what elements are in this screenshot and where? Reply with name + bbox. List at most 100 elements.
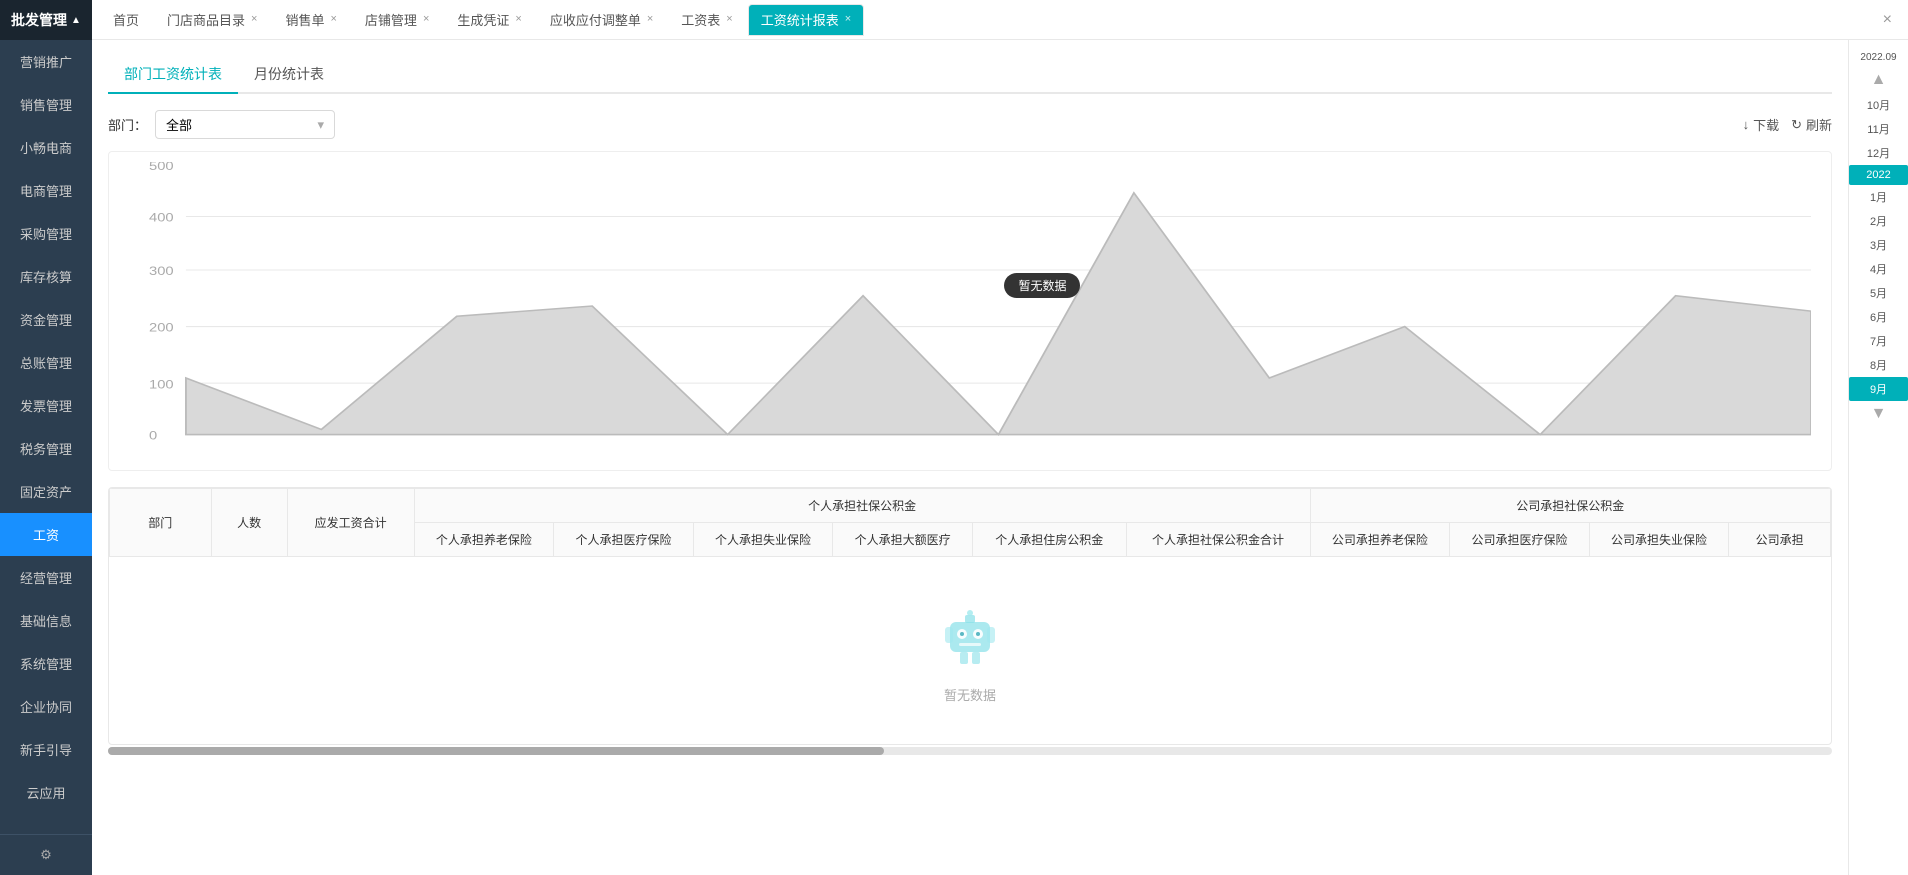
- timeline-month-2022[interactable]: 2022: [1849, 165, 1908, 185]
- tab-label: 工资统计报表: [761, 10, 839, 29]
- tab-门店商品目录[interactable]: 门店商品目录 ×: [154, 4, 270, 36]
- sidebar-item-系统管理[interactable]: 系统管理: [0, 642, 92, 685]
- tab-店铺管理[interactable]: 店铺管理 ×: [352, 4, 442, 36]
- timeline-up-arrow[interactable]: ▲: [1867, 67, 1891, 93]
- empty-robot-icon: [930, 597, 1010, 677]
- refresh-button[interactable]: ↻ 刷新: [1791, 115, 1832, 134]
- chart-svg: 0 100 200 300 400 500: [149, 162, 1811, 450]
- tab-label: 工资表: [681, 10, 720, 29]
- horizontal-scrollbar[interactable]: [108, 747, 1832, 755]
- timeline-month-9月[interactable]: 9月: [1849, 377, 1908, 401]
- sidebar-item-基础信息[interactable]: 基础信息: [0, 599, 92, 642]
- timeline-month-6月[interactable]: 6月: [1849, 305, 1908, 329]
- tab-应收应付调整单[interactable]: 应收应付调整单 ×: [537, 4, 666, 36]
- dept-select[interactable]: 全部 ▾: [155, 110, 335, 139]
- empty-row: 暂无数据: [110, 557, 1831, 745]
- tab-close-icon[interactable]: ×: [251, 14, 257, 25]
- chevron-down-icon: ▾: [317, 117, 324, 133]
- sidebar-item-资金管理[interactable]: 资金管理: [0, 298, 92, 341]
- toolbar-right: ↓ 下载 ↻ 刷新: [1743, 115, 1832, 134]
- timeline-month-5月[interactable]: 5月: [1849, 281, 1908, 305]
- tab-生成凭证[interactable]: 生成凭证×: [444, 4, 534, 36]
- dept-select-value: 全部: [166, 115, 192, 134]
- sidebar-item-固定资产[interactable]: 固定资产: [0, 470, 92, 513]
- chart-container: 0 100 200 300 400 500 暂无数据: [108, 151, 1832, 471]
- svg-text:0: 0: [149, 429, 158, 443]
- sidebar-item-营销推广[interactable]: 营销推广: [0, 40, 92, 83]
- timeline-year-label: 2022.09: [1849, 48, 1908, 67]
- timeline-month-1月[interactable]: 1月: [1849, 185, 1908, 209]
- th-personal-unemploy: 个人承担失业保险: [693, 523, 833, 557]
- sidebar-item-企业协同[interactable]: 企业协同: [0, 685, 92, 728]
- sidebar: 批发管理 ▲ 营销推广销售管理小畅电商电商管理采购管理库存核算资金管理总账管理发…: [0, 0, 92, 875]
- tab-工资统计报表[interactable]: 工资统计报表 ×: [748, 4, 864, 36]
- download-button[interactable]: ↓ 下载: [1743, 115, 1780, 134]
- download-icon: ↓: [1743, 117, 1750, 132]
- sidebar-item-库存核算[interactable]: 库存核算: [0, 255, 92, 298]
- tab-bar: 首页门店商品目录×销售单×店铺管理×生成凭证×应收应付调整单×工资表×工资统计报…: [92, 0, 1908, 40]
- timeline-month-2月[interactable]: 2月: [1849, 209, 1908, 233]
- sidebar-item-小畅电商[interactable]: 小畅电商: [0, 126, 92, 169]
- th-company-pension: 公司承担养老保险: [1310, 523, 1450, 557]
- th-company-insurance: 公司承担社保公积金: [1310, 489, 1830, 523]
- sub-tab-月份统计表[interactable]: 月份统计表: [238, 56, 340, 94]
- dept-label: 部门：: [108, 115, 147, 134]
- sidebar-item-发票管理[interactable]: 发票管理: [0, 384, 92, 427]
- th-personal-medical: 个人承担医疗保险: [554, 523, 694, 557]
- sidebar-item-经营管理[interactable]: 经营管理: [0, 556, 92, 599]
- th-total-wage: 应发工资合计: [287, 489, 414, 557]
- sidebar-item-税务管理[interactable]: 税务管理: [0, 427, 92, 470]
- sidebar-item-总账管理[interactable]: 总账管理: [0, 341, 92, 384]
- tab-工资表[interactable]: 工资表 ×: [668, 4, 745, 36]
- tab-close-icon[interactable]: ×: [647, 14, 653, 25]
- timeline-month-11月[interactable]: 11月: [1849, 117, 1908, 141]
- right-timeline-panel: 2022.09 ▲ 10月11月12月20221月2月3月4月5月6月7月8月9…: [1848, 40, 1908, 875]
- refresh-label: 刷新: [1806, 115, 1832, 134]
- timeline-down-arrow[interactable]: ▼: [1867, 401, 1891, 427]
- download-label: 下载: [1753, 115, 1779, 134]
- sidebar-item-采购管理[interactable]: 采购管理: [0, 212, 92, 255]
- tab-label: 门店商品目录: [167, 10, 245, 29]
- tab-label: 销售单: [285, 10, 324, 29]
- svg-text:500: 500: [149, 162, 174, 173]
- sidebar-header[interactable]: 批发管理 ▲: [0, 0, 92, 40]
- sidebar-item-销售管理[interactable]: 销售管理: [0, 83, 92, 126]
- tab-label: 首页: [113, 10, 139, 29]
- th-personal-housing: 个人承担住房公积金: [972, 523, 1126, 557]
- tab-close-icon[interactable]: ×: [726, 14, 732, 25]
- sidebar-footer-settings[interactable]: ⚙: [0, 834, 92, 875]
- sidebar-item-云应用[interactable]: 云应用: [0, 771, 92, 814]
- tab-label: 应收应付调整单: [550, 10, 641, 29]
- table-wrapper: 部门 人数 应发工资合计 个人承担社保公积金 公司承担社保公积金 个人承担养老保…: [108, 487, 1832, 745]
- tab-label: 店铺管理: [365, 10, 417, 29]
- tab-close-icon[interactable]: ×: [845, 14, 851, 25]
- timeline-month-12月[interactable]: 12月: [1849, 141, 1908, 165]
- timeline-month-8月[interactable]: 8月: [1849, 353, 1908, 377]
- toolbar: 部门： 全部 ▾ ↓ 下载 ↻ 刷新: [108, 110, 1832, 139]
- chart-tooltip: 暂无数据: [1004, 273, 1080, 298]
- sidebar-item-工资[interactable]: 工资: [0, 513, 92, 556]
- timeline-month-10月[interactable]: 10月: [1849, 93, 1908, 117]
- sub-tab-部门工资统计表[interactable]: 部门工资统计表: [108, 56, 238, 94]
- svg-text:300: 300: [149, 264, 174, 278]
- empty-state: 暂无数据: [110, 557, 1831, 744]
- table-header-row1: 部门 人数 应发工资合计 个人承担社保公积金 公司承担社保公积金: [110, 489, 1831, 523]
- tab-首页[interactable]: 首页: [100, 4, 152, 36]
- tab-close-icon[interactable]: ×: [330, 14, 336, 25]
- tab-销售单[interactable]: 销售单 ×: [272, 4, 349, 36]
- timeline-month-7月[interactable]: 7月: [1849, 329, 1908, 353]
- timeline-month-3月[interactable]: 3月: [1849, 233, 1908, 257]
- th-count: 人数: [211, 489, 287, 557]
- sidebar-item-电商管理[interactable]: 电商管理: [0, 169, 92, 212]
- close-all-tabs-button[interactable]: ×: [1875, 11, 1900, 29]
- main-area: 首页门店商品目录×销售单×店铺管理×生成凭证×应收应付调整单×工资表×工资统计报…: [92, 0, 1908, 875]
- tab-close-icon[interactable]: ×: [423, 14, 429, 25]
- refresh-icon: ↻: [1791, 117, 1802, 133]
- horizontal-scrollbar-thumb[interactable]: [108, 747, 884, 755]
- timeline-month-4月[interactable]: 4月: [1849, 257, 1908, 281]
- tab-close-icon[interactable]: ×: [515, 14, 521, 25]
- page-content: 部门工资统计表月份统计表 部门： 全部 ▾ ↓ 下载: [92, 40, 1848, 875]
- svg-text:100: 100: [149, 377, 174, 391]
- gear-icon: ⚙: [40, 847, 52, 862]
- sidebar-item-新手引导[interactable]: 新手引导: [0, 728, 92, 771]
